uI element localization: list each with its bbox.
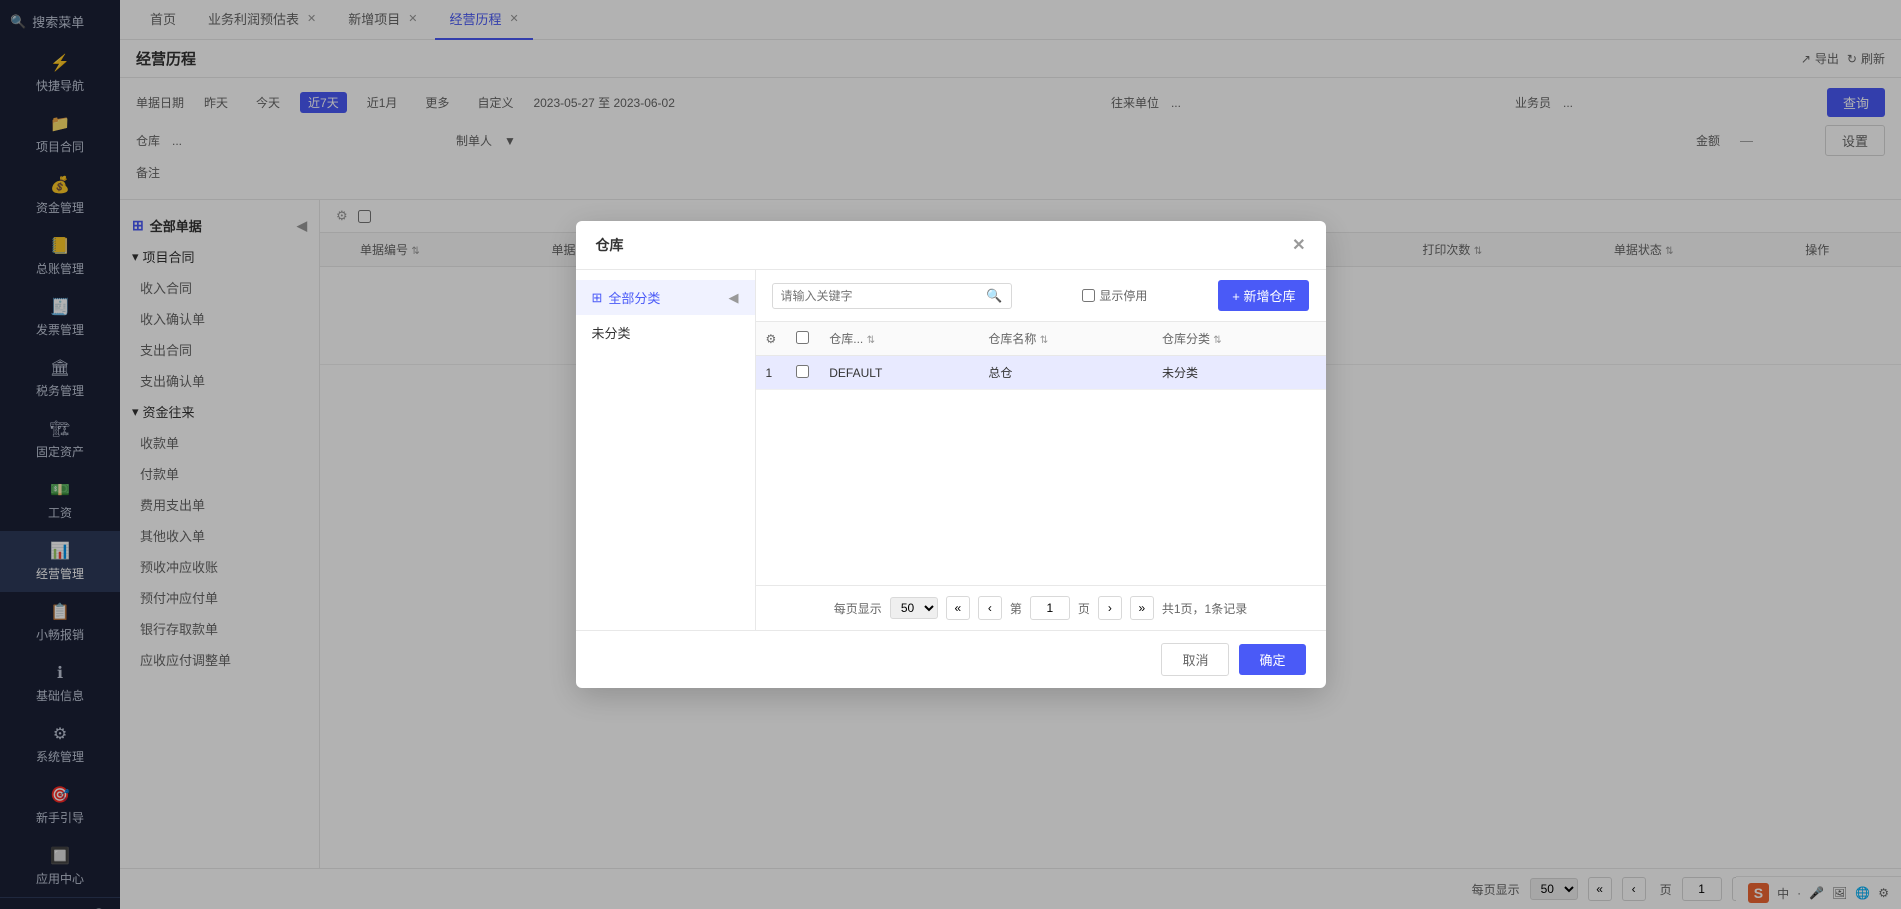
row-num: 1 bbox=[756, 356, 787, 390]
search-icon-2: 🔍 bbox=[986, 288, 1002, 304]
show-disabled-checkbox-wrapper[interactable]: 显示停用 bbox=[1082, 287, 1147, 304]
dialog-overlay: 仓库 ✕ ⊞ 全部分类 ◀ 未分类 🔍 bbox=[0, 0, 1901, 909]
dialog-page-label: 第 bbox=[1010, 600, 1022, 617]
dialog-search-box[interactable]: 🔍 bbox=[772, 283, 1012, 309]
dialog-right-panel: 🔍 显示停用 + 新增仓库 ⚙ 仓库... ⇅ bbox=[756, 270, 1326, 630]
col-warehouse-code[interactable]: 仓库... ⇅ bbox=[819, 322, 978, 356]
grid-icon-2: ⊞ bbox=[592, 290, 603, 306]
add-warehouse-button[interactable]: + 新增仓库 bbox=[1218, 280, 1309, 311]
cancel-button[interactable]: 取消 bbox=[1161, 643, 1229, 676]
show-disabled-label: 显示停用 bbox=[1099, 287, 1147, 304]
dialog-first-btn[interactable]: « bbox=[946, 596, 970, 620]
dialog-last-btn[interactable]: » bbox=[1130, 596, 1154, 620]
dialog-table-area: ⚙ 仓库... ⇅ 仓库名称 ⇅ 仓库分类 ⇅ 1 DEFA bbox=[756, 322, 1326, 585]
dialog-left-uncategorized[interactable]: 未分类 bbox=[576, 315, 755, 350]
row-check[interactable] bbox=[786, 356, 819, 390]
dialog-title: 仓库 bbox=[596, 235, 624, 255]
dialog-header: 仓库 ✕ bbox=[576, 221, 1326, 270]
dialog-body: ⊞ 全部分类 ◀ 未分类 🔍 显示停用 bbox=[576, 270, 1326, 630]
dialog-close-button[interactable]: ✕ bbox=[1292, 235, 1305, 255]
dialog-search-input[interactable] bbox=[781, 289, 981, 303]
dialog-left-all-category[interactable]: ⊞ 全部分类 ◀ bbox=[576, 280, 755, 315]
row-name: 总仓 bbox=[978, 356, 1152, 390]
dialog-footer: 取消 确定 bbox=[576, 630, 1326, 688]
row-category: 未分类 bbox=[1152, 356, 1326, 390]
col-warehouse-category[interactable]: 仓库分类 ⇅ bbox=[1152, 322, 1326, 356]
select-all-warehouse[interactable] bbox=[796, 331, 809, 344]
col-settings-2: ⚙ bbox=[756, 322, 787, 356]
dialog-next-btn[interactable]: › bbox=[1098, 596, 1122, 620]
dialog-page-suffix: 页 bbox=[1078, 600, 1090, 617]
show-disabled-checkbox[interactable] bbox=[1082, 289, 1095, 302]
dialog-pagination: 每页显示 50 « ‹ 第 页 › » 共1页，1条记录 bbox=[756, 585, 1326, 630]
dialog-per-page-label: 每页显示 bbox=[834, 600, 882, 617]
row-code: DEFAULT bbox=[819, 356, 978, 390]
warehouse-dialog: 仓库 ✕ ⊞ 全部分类 ◀ 未分类 🔍 bbox=[576, 221, 1326, 688]
dialog-table: ⚙ 仓库... ⇅ 仓库名称 ⇅ 仓库分类 ⇅ 1 DEFA bbox=[756, 322, 1326, 390]
table-row[interactable]: 1 DEFAULT 总仓 未分类 bbox=[756, 356, 1326, 390]
col-check bbox=[786, 322, 819, 356]
dialog-per-page-select[interactable]: 50 bbox=[890, 597, 938, 619]
all-category-label: 全部分类 bbox=[608, 288, 660, 307]
dialog-toolbar: 🔍 显示停用 + 新增仓库 bbox=[756, 270, 1326, 322]
dialog-page-input[interactable] bbox=[1030, 596, 1070, 620]
collapse-left-btn[interactable]: ◀ bbox=[729, 290, 739, 306]
uncategorized-label: 未分类 bbox=[592, 323, 631, 342]
confirm-button[interactable]: 确定 bbox=[1239, 644, 1305, 675]
dialog-total: 共1页，1条记录 bbox=[1162, 600, 1247, 617]
dialog-prev-btn[interactable]: ‹ bbox=[978, 596, 1002, 620]
dialog-left-panel: ⊞ 全部分类 ◀ 未分类 bbox=[576, 270, 756, 630]
col-warehouse-name[interactable]: 仓库名称 ⇅ bbox=[978, 322, 1152, 356]
